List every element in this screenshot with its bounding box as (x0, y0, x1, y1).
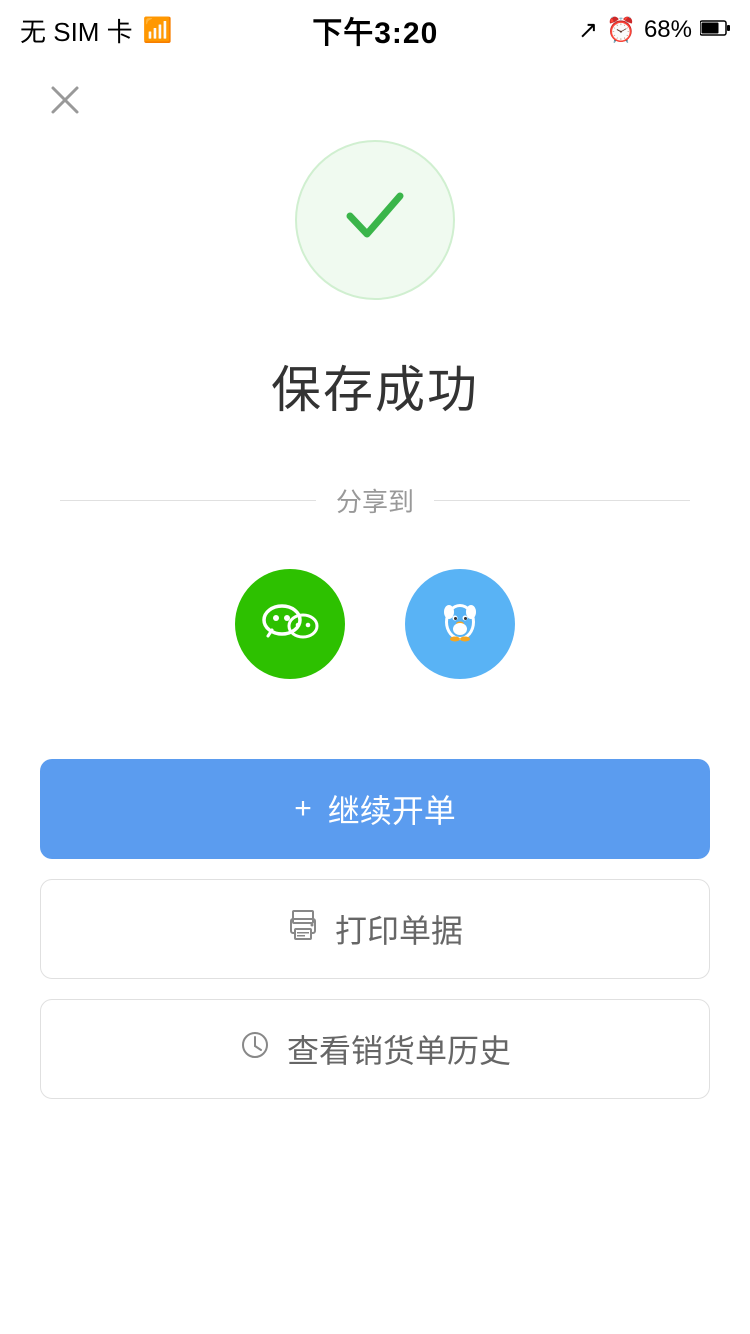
battery-icon (700, 16, 730, 44)
check-icon (335, 174, 415, 267)
print-icon (287, 909, 319, 949)
share-divider: 分享到 (0, 482, 750, 519)
alarm-icon: ⏰ (606, 16, 636, 45)
success-title: 保存成功 (271, 350, 479, 422)
sim-label: 无 SIM 卡 (20, 12, 133, 49)
action-buttons: + 继续开单 打印单据 (0, 759, 750, 1099)
wechat-share-button[interactable] (235, 569, 345, 679)
share-label: 分享到 (316, 482, 434, 519)
status-time: 下午3:20 (312, 8, 438, 52)
qq-share-button[interactable] (405, 569, 515, 679)
status-left: 无 SIM 卡 📶 (20, 12, 173, 49)
continue-label: 继续开单 (328, 786, 456, 832)
history-button[interactable]: 查看销货单历史 (40, 999, 710, 1099)
plus-icon: + (294, 792, 312, 826)
print-label: 打印单据 (335, 906, 463, 952)
status-bar: 无 SIM 卡 📶 下午3:20 ↗ ⏰ 68% (0, 0, 750, 60)
close-button[interactable] (40, 75, 90, 125)
main-content: 保存成功 分享到 (0, 60, 750, 1099)
clock-icon (239, 1029, 271, 1069)
history-label: 查看销货单历史 (287, 1026, 511, 1072)
status-right: ↗ ⏰ 68% (578, 16, 730, 45)
print-button[interactable]: 打印单据 (40, 879, 710, 979)
success-circle (295, 140, 455, 300)
wifi-icon: 📶 (143, 16, 173, 45)
location-icon: ↗ (578, 16, 598, 45)
divider-right (434, 500, 690, 501)
divider-left (60, 500, 316, 501)
continue-button[interactable]: + 继续开单 (40, 759, 710, 859)
battery-label: 68% (644, 16, 692, 44)
share-icons (235, 569, 515, 679)
